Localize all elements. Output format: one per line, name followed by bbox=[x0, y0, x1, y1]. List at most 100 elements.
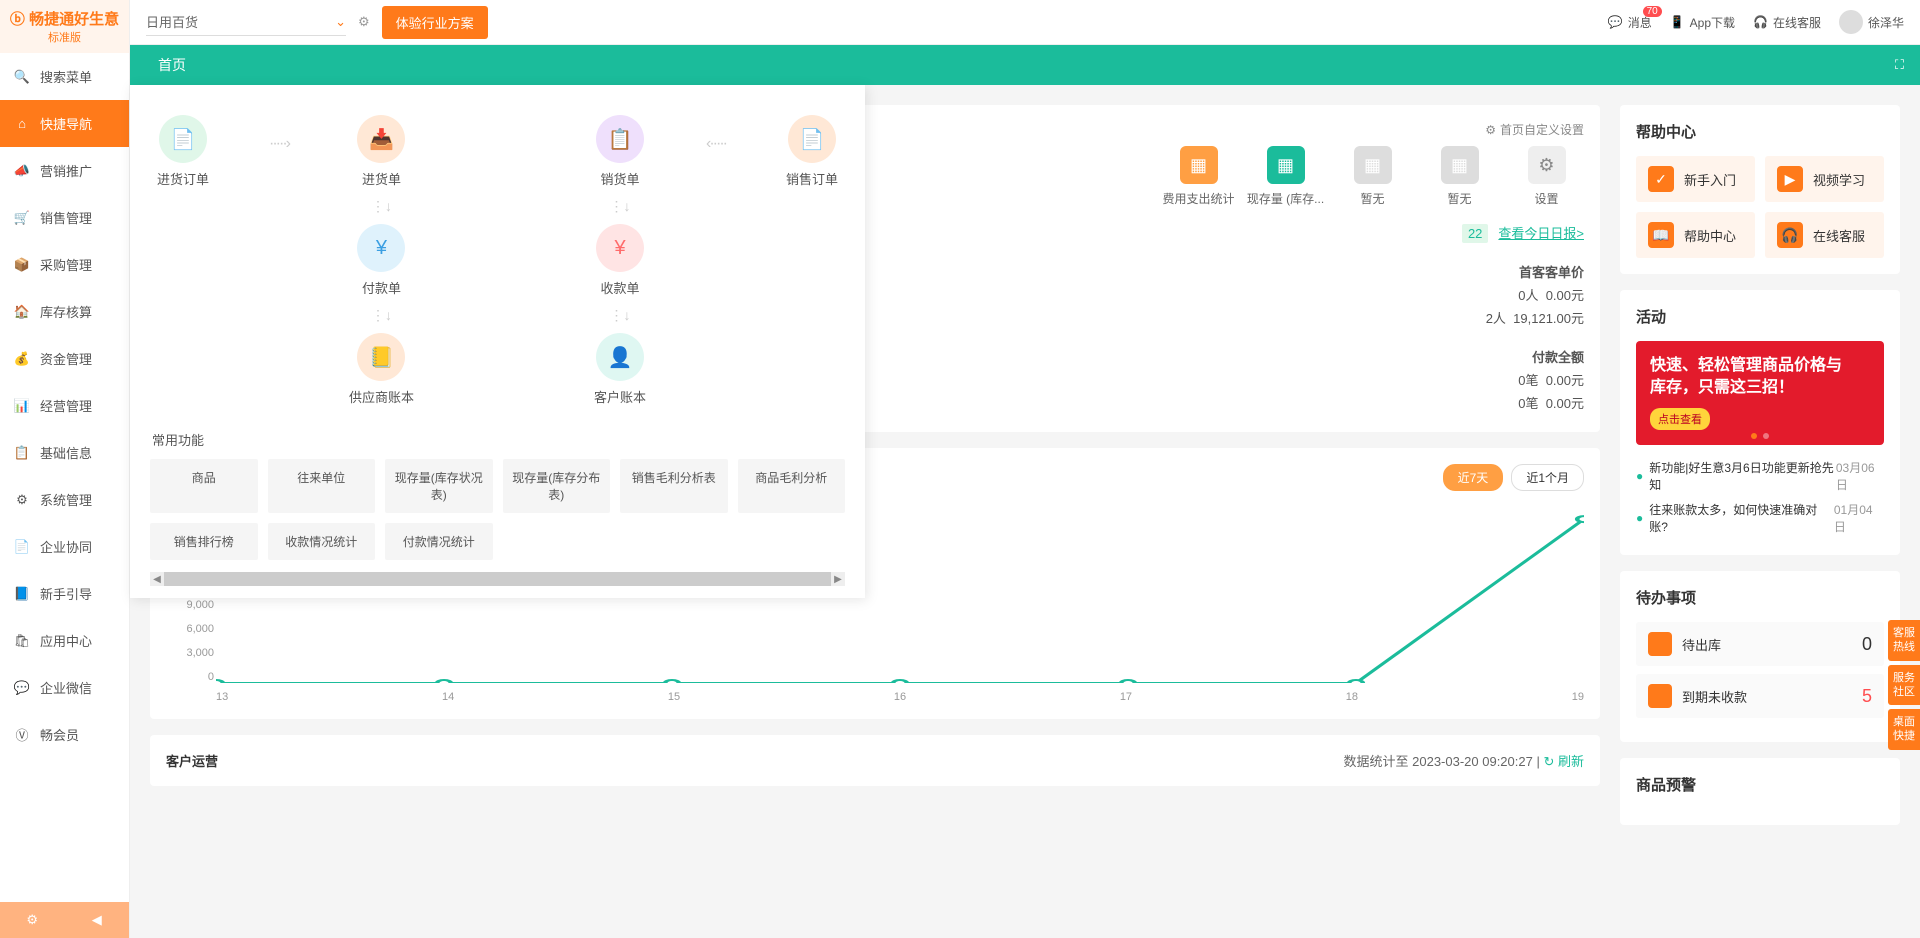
float-shortcut[interactable]: 桌面快捷 bbox=[1888, 709, 1920, 750]
refresh-icon: ↻ bbox=[1543, 754, 1554, 769]
todo-overdue[interactable]: 到期未收款5 bbox=[1636, 674, 1884, 718]
user-menu[interactable]: 徐泽华 bbox=[1839, 10, 1904, 34]
nav-marketing[interactable]: 📣营销推广 bbox=[0, 147, 129, 194]
nav-guide[interactable]: 📘新手引导 bbox=[0, 570, 129, 617]
money-icon: 💰 bbox=[14, 351, 30, 367]
settings-link-label: 首页自定义设置 bbox=[1500, 121, 1584, 138]
float-hotline[interactable]: 客服热线 bbox=[1888, 620, 1920, 661]
tile-empty-1[interactable]: ▦暂无 bbox=[1335, 146, 1410, 207]
tile-settings[interactable]: ⚙设置 bbox=[1509, 146, 1584, 207]
float-community[interactable]: 服务社区 bbox=[1888, 665, 1920, 706]
nav-search[interactable]: 🔍搜索菜单 bbox=[0, 53, 129, 100]
warning-card: 商品预警 bbox=[1620, 758, 1900, 825]
chart-tab-7d[interactable]: 近7天 bbox=[1443, 464, 1504, 491]
activity-card: 活动 快速、轻松管理商品价格与库存，只需这三招！ 点击查看 ●新功能|好生意3月… bbox=[1620, 290, 1900, 555]
scroll-track[interactable] bbox=[164, 572, 831, 586]
scroll-left-button[interactable]: ◀ bbox=[150, 574, 164, 585]
news-item[interactable]: ●新功能|好生意3月6日功能更新抢先知03月06日 bbox=[1636, 455, 1884, 497]
nav-label: 系统管理 bbox=[40, 490, 92, 509]
nav-basic[interactable]: 📋基础信息 bbox=[0, 429, 129, 476]
promo-line: 库存，只需这三招！ bbox=[1650, 379, 1794, 396]
category-select[interactable]: 日用百货 ⌄ bbox=[146, 8, 346, 36]
headset-icon: 🎧 bbox=[1777, 222, 1803, 248]
daily-report-link[interactable]: 查看今日日报> bbox=[1498, 226, 1584, 241]
nav-system[interactable]: ⚙系统管理 bbox=[0, 476, 129, 523]
help-video[interactable]: ▶视频学习 bbox=[1765, 156, 1884, 202]
common-sales-rank[interactable]: 销售排行榜 bbox=[150, 523, 258, 560]
nav-quicknav[interactable]: ⌂快捷导航 bbox=[0, 100, 129, 147]
node-receipt[interactable]: ¥收款单 bbox=[596, 224, 644, 297]
nav-business[interactable]: 📊经营管理 bbox=[0, 382, 129, 429]
chevron-down-icon: ⌄ bbox=[335, 14, 346, 30]
dot[interactable] bbox=[1763, 433, 1769, 439]
todo-outbound[interactable]: 待出库0 bbox=[1636, 622, 1884, 666]
help-center[interactable]: 📖帮助中心 bbox=[1636, 212, 1755, 258]
vip-icon: Ⓥ bbox=[14, 727, 30, 743]
nav-label: 企业微信 bbox=[40, 678, 92, 697]
common-partners[interactable]: 往来单位 bbox=[268, 459, 376, 513]
support-button[interactable]: 🎧在线客服 bbox=[1753, 14, 1821, 31]
money-icon bbox=[1648, 684, 1672, 708]
scroll-right-button[interactable]: ▶ bbox=[831, 574, 845, 585]
chart-tab-1m[interactable]: 近1个月 bbox=[1511, 464, 1584, 491]
play-icon: ▶ bbox=[1777, 166, 1803, 192]
common-goods-profit[interactable]: 商品毛利分析 bbox=[738, 459, 846, 513]
try-industry-button[interactable]: 体验行业方案 bbox=[382, 6, 488, 39]
tab-home[interactable]: 首页 bbox=[146, 55, 198, 75]
promo-banner[interactable]: 快速、轻松管理商品价格与库存，只需这三招！ 点击查看 bbox=[1636, 341, 1884, 445]
arrow-down-icon: ⋮↓ bbox=[371, 305, 392, 325]
tile-empty-2[interactable]: ▦暂无 bbox=[1422, 146, 1497, 207]
nav-label: 采购管理 bbox=[40, 255, 92, 274]
box-icon: 📦 bbox=[14, 257, 30, 273]
settings-button[interactable]: ⚙ bbox=[0, 902, 65, 938]
flyout-scrollbar[interactable]: ◀ ▶ bbox=[150, 572, 845, 586]
todo-label: 待出库 bbox=[1682, 635, 1721, 654]
node-sales-order[interactable]: 📄销售订单 bbox=[786, 115, 838, 188]
search-icon: 🔍 bbox=[14, 69, 30, 85]
news-item[interactable]: ●往来账款太多，如何快速准确对账?01月04日 bbox=[1636, 497, 1884, 539]
promo-cta[interactable]: 点击查看 bbox=[1650, 408, 1710, 430]
node-customer-ledger[interactable]: 👤客户账本 bbox=[594, 333, 646, 406]
dot[interactable] bbox=[1751, 433, 1757, 439]
node-label: 供应商账本 bbox=[349, 387, 414, 406]
messages-button[interactable]: 💬 消息 70 bbox=[1608, 14, 1652, 31]
common-stock-dist[interactable]: 现存量(库存分布表) bbox=[503, 459, 611, 513]
common-goods[interactable]: 商品 bbox=[150, 459, 258, 513]
nav-finance[interactable]: 💰资金管理 bbox=[0, 335, 129, 382]
tile-label: 暂无 bbox=[1360, 190, 1384, 207]
nav-collab[interactable]: 📄企业协同 bbox=[0, 523, 129, 570]
nav-wechat[interactable]: 💬企业微信 bbox=[0, 664, 129, 711]
warehouse-icon: 🏠 bbox=[14, 304, 30, 320]
help-getting-started[interactable]: ✓新手入门 bbox=[1636, 156, 1755, 202]
nav-appcenter[interactable]: 🛍应用中心 bbox=[0, 617, 129, 664]
common-stock-status[interactable]: 现存量(库存状况表) bbox=[385, 459, 493, 513]
refresh-link[interactable]: ↻ 刷新 bbox=[1543, 754, 1584, 769]
tabbar: 首页 ⛶ bbox=[130, 45, 1920, 85]
nav-inventory[interactable]: 🏠 库存核算 bbox=[0, 288, 129, 335]
category-settings-button[interactable]: ⚙ bbox=[358, 14, 370, 30]
nav-member[interactable]: Ⓥ畅会员 bbox=[0, 711, 129, 758]
help-support[interactable]: 🎧在线客服 bbox=[1765, 212, 1884, 258]
app-download-button[interactable]: 📱App下载 bbox=[1670, 14, 1735, 31]
collapse-button[interactable]: ◀ bbox=[65, 902, 130, 938]
node-payment[interactable]: ¥付款单 bbox=[357, 224, 405, 297]
nav-sales[interactable]: 🛒销售管理 bbox=[0, 194, 129, 241]
stat-prefix: 数据统计至 bbox=[1343, 754, 1408, 769]
common-sales-profit[interactable]: 销售毛利分析表 bbox=[620, 459, 728, 513]
tile-expense[interactable]: ▦费用支出统计 bbox=[1161, 146, 1236, 207]
nav-label: 库存核算 bbox=[40, 302, 92, 321]
box-icon bbox=[1648, 632, 1672, 656]
tile-label: 现存量 (库存... bbox=[1247, 190, 1324, 207]
common-payment-stats[interactable]: 付款情况统计 bbox=[385, 523, 493, 560]
fullscreen-button[interactable]: ⛶ bbox=[1895, 57, 1904, 73]
node-purchase-order[interactable]: 📄进货订单 bbox=[157, 115, 209, 188]
node-sales-bill[interactable]: 📋销货单 bbox=[596, 115, 644, 188]
node-purchase-bill[interactable]: 📥进货单 bbox=[357, 115, 405, 188]
stat-value: 0笔 bbox=[1518, 373, 1538, 388]
common-receipt-stats[interactable]: 收款情况统计 bbox=[268, 523, 376, 560]
card-title: 待办事项 bbox=[1636, 587, 1884, 608]
help-label: 新手入门 bbox=[1684, 170, 1736, 189]
nav-purchase[interactable]: 📦 采购管理 bbox=[0, 241, 129, 288]
node-supplier-ledger[interactable]: 📒供应商账本 bbox=[349, 333, 414, 406]
tile-stock[interactable]: ▦现存量 (库存... bbox=[1248, 146, 1323, 207]
